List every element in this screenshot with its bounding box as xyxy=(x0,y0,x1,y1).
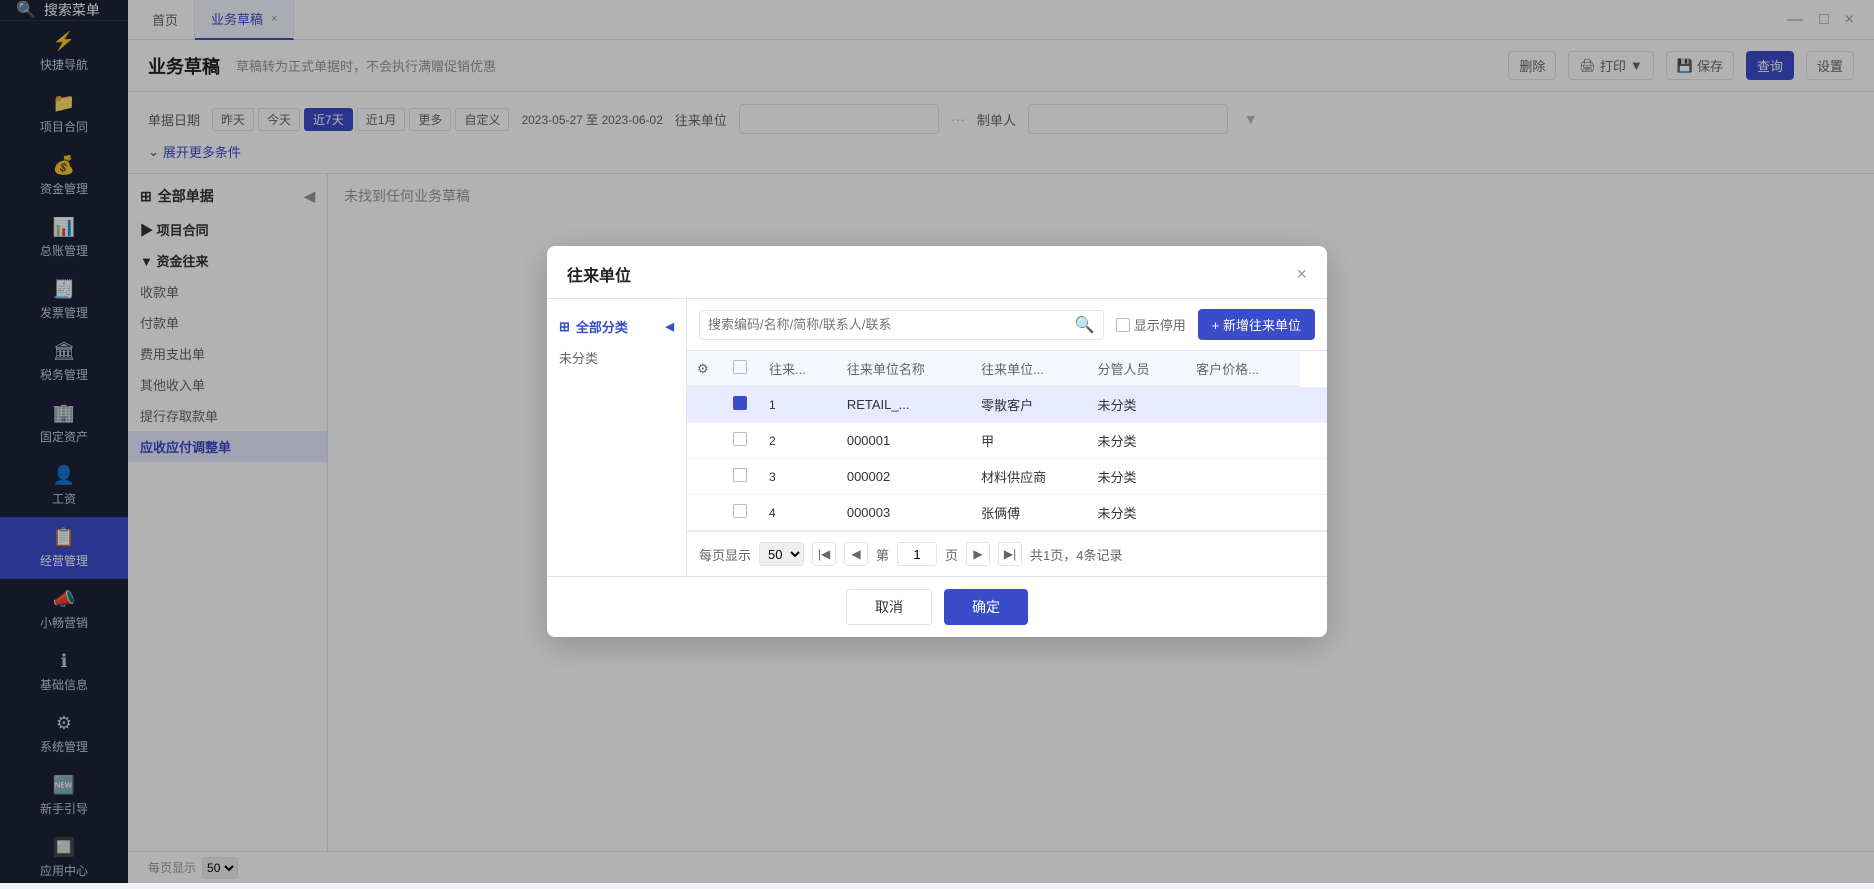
col-manager: 分管人员 xyxy=(1088,351,1187,387)
row-num: 2 xyxy=(759,423,837,459)
col-settings[interactable]: ⚙ xyxy=(687,351,723,387)
row-price xyxy=(1300,459,1327,495)
table-header-row: ⚙ 往来... 往来单位名称 往来单位... 分管人员 客户价格... xyxy=(687,351,1327,387)
row-checkbox[interactable] xyxy=(723,495,759,531)
page-unit: 页 xyxy=(945,545,958,564)
last-page-btn[interactable]: ▶| xyxy=(998,542,1022,566)
row-category: 未分类 xyxy=(1088,495,1187,531)
dialog-right-content: 🔍 显示停用 + 新增往来单位 ⚙ xyxy=(687,299,1327,576)
row-category: 未分类 xyxy=(1088,387,1187,423)
row-manager xyxy=(1186,423,1299,459)
col-name: 往来单位名称 xyxy=(837,351,971,387)
row-code: RETAIL_... xyxy=(837,387,971,423)
dialog-table: ⚙ 往来... 往来单位名称 往来单位... 分管人员 客户价格... xyxy=(687,351,1327,531)
search-box: 🔍 xyxy=(699,310,1104,340)
show-disabled-label: 显示停用 xyxy=(1134,315,1186,334)
per-page-label: 每页显示 xyxy=(699,545,751,564)
collapse-cat-icon[interactable]: ◀ xyxy=(666,320,674,333)
table-row[interactable]: 1 RETAIL_... 零散客户 未分类 xyxy=(687,387,1327,423)
row-code: 000002 xyxy=(837,459,971,495)
total-info: 共1页，4条记录 xyxy=(1030,545,1122,564)
row-settings xyxy=(687,387,723,423)
dialog-footer: 取消 确定 xyxy=(547,576,1327,637)
row-checkbox[interactable] xyxy=(723,459,759,495)
row-name: 零散客户 xyxy=(971,387,1087,423)
row-name: 材料供应商 xyxy=(971,459,1087,495)
table-row[interactable]: 2 000001 甲 未分类 xyxy=(687,423,1327,459)
row-checkbox[interactable] xyxy=(723,387,759,423)
row-manager xyxy=(1186,459,1299,495)
pagination: 每页显示 50 |◀ ◀ 第 页 ▶ ▶| 共1页，4条记录 xyxy=(687,531,1327,576)
row-name: 张俩傅 xyxy=(971,495,1087,531)
show-disabled-checkbox[interactable] xyxy=(1116,318,1130,332)
row-num: 1 xyxy=(759,387,837,423)
row-price xyxy=(1300,387,1327,423)
prev-page-btn[interactable]: ◀ xyxy=(844,542,868,566)
row-code: 000001 xyxy=(837,423,971,459)
dialog-body: ⊞ 全部分类 ◀ 未分类 🔍 显示停用 xyxy=(547,299,1327,576)
row-settings xyxy=(687,423,723,459)
row-settings xyxy=(687,459,723,495)
dialog-table-scroll[interactable]: ⚙ 往来... 往来单位名称 往来单位... 分管人员 客户价格... xyxy=(687,351,1327,531)
row-num: 3 xyxy=(759,459,837,495)
row-category: 未分类 xyxy=(1088,423,1187,459)
dialog-categories: ⊞ 全部分类 ◀ 未分类 xyxy=(547,299,687,576)
cancel-button[interactable]: 取消 xyxy=(846,589,932,625)
row-checkbox[interactable] xyxy=(723,423,759,459)
confirm-button[interactable]: 确定 xyxy=(944,589,1028,625)
page-input[interactable] xyxy=(897,542,937,566)
row-code: 000003 xyxy=(837,495,971,531)
counterparty-dialog: 往来单位 × ⊞ 全部分类 ◀ 未分类 xyxy=(547,246,1327,637)
show-disabled-toggle[interactable]: 显示停用 xyxy=(1116,315,1186,334)
table-row[interactable]: 4 000003 张俩傅 未分类 xyxy=(687,495,1327,531)
dialog-overlay: 往来单位 × ⊞ 全部分类 ◀ 未分类 xyxy=(0,0,1874,883)
search-input[interactable] xyxy=(708,317,1069,332)
page-label: 第 xyxy=(876,545,889,564)
col-price: 客户价格... xyxy=(1186,351,1299,387)
add-counterparty-btn[interactable]: + 新增往来单位 xyxy=(1198,309,1315,340)
col-checkbox[interactable] xyxy=(723,351,759,387)
col-code: 往来... xyxy=(759,351,837,387)
grid-icon-small: ⊞ xyxy=(559,319,570,335)
cat-item-uncategorized[interactable]: 未分类 xyxy=(547,342,686,373)
row-manager xyxy=(1186,387,1299,423)
row-num: 4 xyxy=(759,495,837,531)
row-settings xyxy=(687,495,723,531)
row-price xyxy=(1300,423,1327,459)
table-row[interactable]: 3 000002 材料供应商 未分类 xyxy=(687,459,1327,495)
col-category: 往来单位... xyxy=(971,351,1087,387)
dialog-close-btn[interactable]: × xyxy=(1296,264,1307,285)
row-manager xyxy=(1186,495,1299,531)
first-page-btn[interactable]: |◀ xyxy=(812,542,836,566)
row-category: 未分类 xyxy=(1088,459,1187,495)
row-name: 甲 xyxy=(971,423,1087,459)
row-price xyxy=(1300,495,1327,531)
search-icon-dialog: 🔍 xyxy=(1075,315,1095,335)
dialog-header: 往来单位 × xyxy=(547,246,1327,299)
next-page-btn[interactable]: ▶ xyxy=(966,542,990,566)
per-page-select[interactable]: 50 xyxy=(759,542,804,566)
cat-header[interactable]: ⊞ 全部分类 ◀ xyxy=(547,311,686,342)
cat-header-label: 全部分类 xyxy=(576,317,628,336)
dialog-title: 往来单位 xyxy=(567,262,631,286)
dialog-toolbar: 🔍 显示停用 + 新增往来单位 xyxy=(687,299,1327,351)
